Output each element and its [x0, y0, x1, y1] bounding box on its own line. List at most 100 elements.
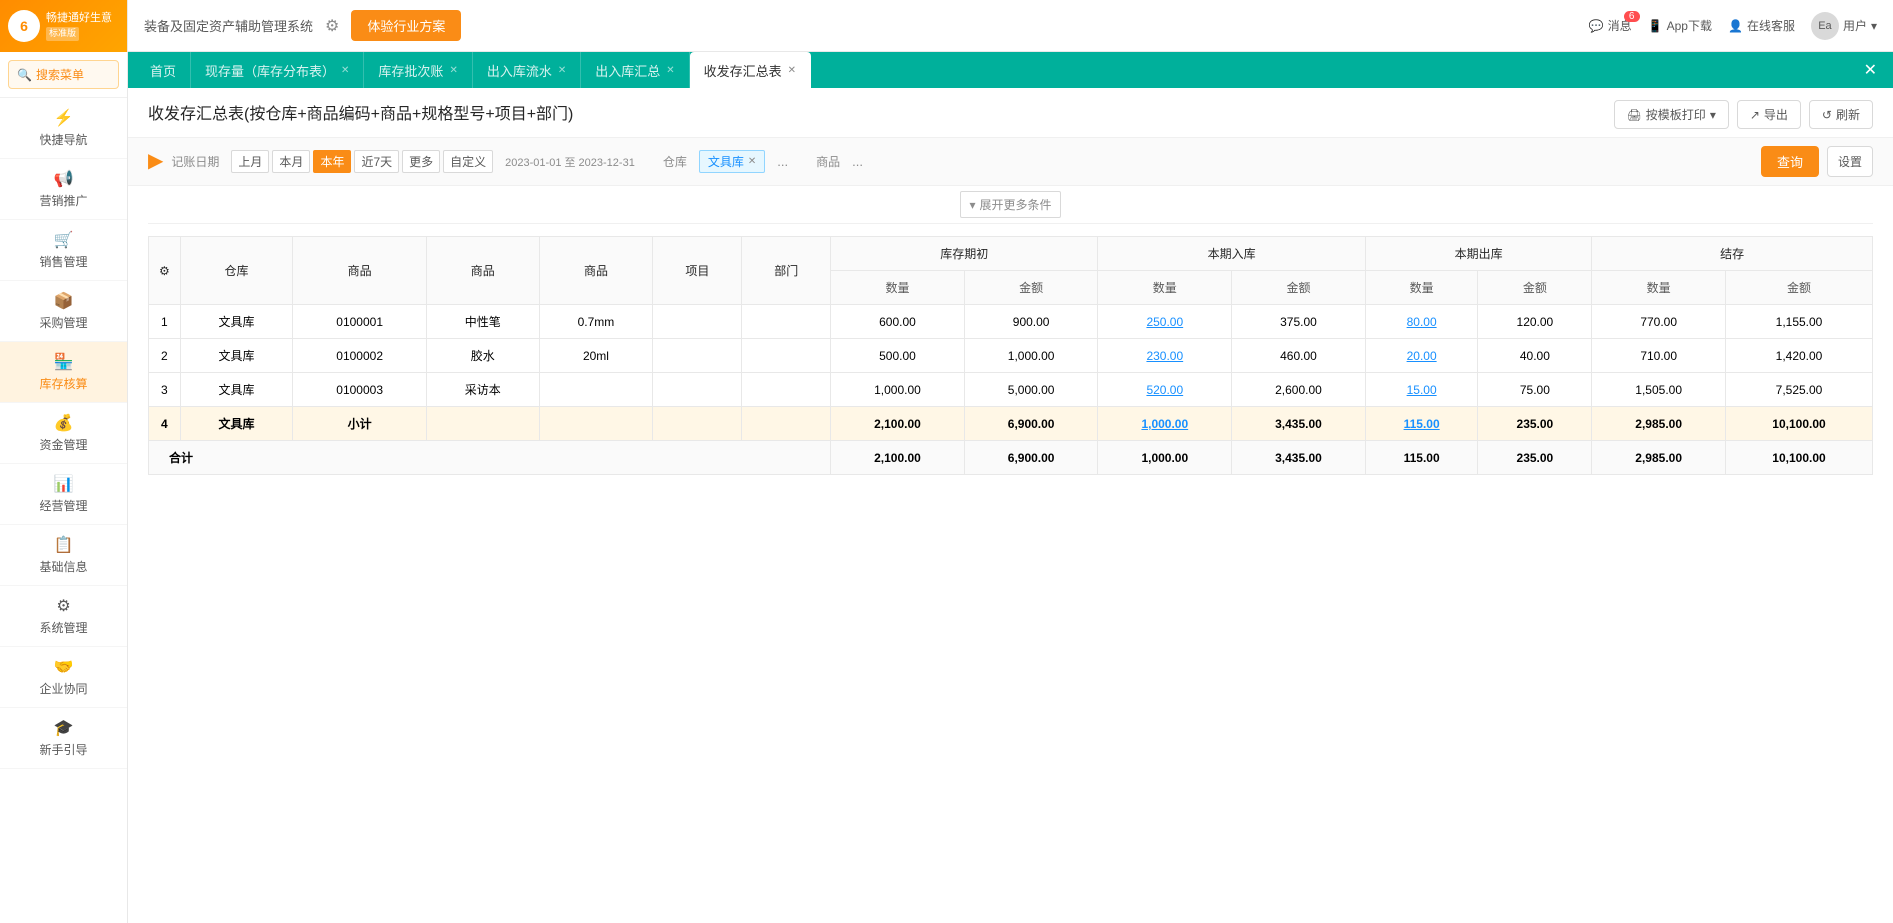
row1-in-amt: 375.00: [1232, 305, 1366, 339]
refresh-button[interactable]: ↺ 刷新: [1809, 100, 1873, 129]
sidebar-item-sales[interactable]: 🛒 销售管理: [0, 220, 127, 281]
row2-out-qty[interactable]: 20.00: [1365, 339, 1478, 373]
filter-row: 记账日期 上月 本月 本年 近7天 更多 自定义 2023-01-01 至 20…: [171, 146, 1873, 177]
online-support-button[interactable]: 👤 在线客服: [1728, 17, 1795, 34]
download-icon: 📱: [1648, 19, 1663, 33]
export-button[interactable]: ↗ 导出: [1737, 100, 1801, 129]
header-actions: 🖨 按模板打印 ▾ ↗ 导出 ↺ 刷新: [1614, 100, 1873, 129]
subtotal-out-amt: 235.00: [1478, 407, 1592, 441]
purchase-icon: 📦: [54, 291, 74, 311]
sidebar-item-inventory[interactable]: 🏪 库存核算: [0, 342, 127, 403]
sidebar-item-cooperation[interactable]: 🤝 企业协同: [0, 647, 127, 708]
sidebar-item-operations[interactable]: 📊 经营管理: [0, 464, 127, 525]
row3-project: [653, 373, 742, 407]
subtotal-in-qty[interactable]: 1,000.00: [1098, 407, 1232, 441]
user-avatar: Ea: [1811, 12, 1839, 40]
sidebar-item-quick-nav[interactable]: ⚡ 快捷导航: [0, 98, 127, 159]
row3-out-amt: 75.00: [1478, 373, 1592, 407]
date-btn-7days[interactable]: 近7天: [354, 150, 399, 173]
operations-icon: 📊: [54, 474, 74, 494]
row2-project: [653, 339, 742, 373]
filter-arrow-icon[interactable]: ▶: [148, 148, 163, 173]
subtotal-out-qty[interactable]: 115.00: [1365, 407, 1478, 441]
total-out-qty: 115.00: [1365, 441, 1478, 475]
row2-in-amt: 460.00: [1232, 339, 1366, 373]
row3-bal-qty: 1,505.00: [1592, 373, 1726, 407]
row1-out-qty[interactable]: 80.00: [1365, 305, 1478, 339]
table-row: 1 文具库 0100001 中性笔 0.7mm 600.00 900.00 25…: [149, 305, 1873, 339]
date-btn-this-month[interactable]: 本月: [272, 150, 310, 173]
sidebar-item-basic[interactable]: 📋 基础信息: [0, 525, 127, 586]
row2-in-qty[interactable]: 230.00: [1098, 339, 1232, 373]
tab-close-stock-dist[interactable]: ✕: [341, 65, 349, 76]
tab-summary-out[interactable]: 出入库汇总 ✕: [581, 52, 689, 88]
warehouse-filter-dots[interactable]: ...: [777, 154, 788, 169]
print-button[interactable]: 🖨 按模板打印 ▾: [1614, 100, 1729, 129]
subtotal-warehouse: 文具库: [180, 407, 293, 441]
sidebar-logo: 6 畅捷通好生意 标准版: [0, 0, 127, 52]
tab-close-summary-out[interactable]: ✕: [666, 65, 674, 76]
query-button[interactable]: 查询: [1761, 146, 1819, 177]
col-header-project: 项目: [653, 237, 742, 305]
page-settings-button[interactable]: 设置: [1827, 146, 1873, 177]
messages-button[interactable]: 💬 消息 6: [1589, 17, 1632, 34]
cooperation-icon: 🤝: [54, 657, 74, 677]
search-menu-button[interactable]: 🔍 搜索菜单: [8, 60, 119, 89]
total-in-qty: 1,000.00: [1098, 441, 1232, 475]
date-btn-this-year[interactable]: 本年: [313, 150, 351, 173]
tab-close-recv-summary[interactable]: ✕: [788, 65, 796, 76]
app-logo-icon: 6: [8, 10, 40, 42]
row3-bal-amt: 7,525.00: [1726, 373, 1873, 407]
settings-icon[interactable]: ⚙: [325, 16, 339, 36]
tab-home[interactable]: 首页: [136, 52, 191, 88]
user-button[interactable]: Ea 用户 ▾: [1811, 12, 1877, 40]
table-wrapper: ⚙ 仓库 商品 商品 商品 项目 部门 库存期初 本期入库 本期出库 结存 数量: [128, 236, 1893, 475]
try-industry-button[interactable]: 体验行业方案: [351, 10, 461, 41]
warehouse-tag-close-icon[interactable]: ✕: [748, 156, 756, 167]
tab-flow[interactable]: 出入库流水 ✕: [473, 52, 581, 88]
col-header-spec: 商品: [539, 237, 653, 305]
row2-bal-amt: 1,420.00: [1726, 339, 1873, 373]
app-logo-text: 畅捷通好生意 标准版: [46, 11, 112, 41]
expand-more-row: ▾ 展开更多条件: [148, 186, 1873, 224]
system-icon: ⚙: [56, 596, 70, 616]
tab-stock-dist[interactable]: 现存量（库存分布表） ✕: [191, 52, 364, 88]
row2-name: 胶水: [426, 339, 539, 373]
row1-bal-qty: 770.00: [1592, 305, 1726, 339]
expand-btn[interactable]: ▾ 展开更多条件: [960, 191, 1060, 218]
row3-in-amt: 2,600.00: [1232, 373, 1366, 407]
tab-close-batch[interactable]: ✕: [449, 65, 457, 76]
tab-close-flow[interactable]: ✕: [558, 65, 566, 76]
sidebar-item-guide[interactable]: 🎓 新手引导: [0, 708, 127, 769]
row3-in-qty[interactable]: 520.00: [1098, 373, 1232, 407]
guide-icon: 🎓: [54, 718, 74, 738]
page-content: 收发存汇总表(按仓库+商品编码+商品+规格型号+项目+部门) 🖨 按模板打印 ▾…: [128, 88, 1893, 923]
row2-dept: [742, 339, 831, 373]
sidebar-item-finance[interactable]: 💰 资金管理: [0, 403, 127, 464]
subtotal-row: 4 文具库 小计 2,100.00 6,900.00 1,000.00 3,43…: [149, 407, 1873, 441]
sidebar-item-purchase[interactable]: 📦 采购管理: [0, 281, 127, 342]
sidebar-item-marketing[interactable]: 📢 营销推广: [0, 159, 127, 220]
tab-recv-summary[interactable]: 收发存汇总表 ✕: [690, 52, 811, 88]
filter-container: ▶ 记账日期 上月 本月 本年 近7天 更多 自定义 2023-01-01 至 …: [128, 137, 1893, 186]
goods-filter-dots[interactable]: ...: [852, 154, 863, 169]
date-btn-more[interactable]: 更多: [402, 150, 440, 173]
window-close-button[interactable]: ✕: [1856, 60, 1885, 80]
tab-batch[interactable]: 库存批次账 ✕: [364, 52, 472, 88]
row3-dept: [742, 373, 831, 407]
table-col-settings[interactable]: ⚙: [149, 237, 181, 305]
warehouse-tag: 文具库 ✕: [699, 150, 765, 173]
sidebar: 6 畅捷通好生意 标准版 🔍 搜索菜单 ⚡ 快捷导航 📢 营销推广 🛒 销售管理…: [0, 0, 128, 923]
row2-bal-qty: 710.00: [1592, 339, 1726, 373]
subtotal-no: 4: [149, 407, 181, 441]
filter-content: 记账日期 上月 本月 本年 近7天 更多 自定义 2023-01-01 至 20…: [171, 146, 1873, 177]
row1-in-qty[interactable]: 250.00: [1098, 305, 1232, 339]
row1-begin-amt: 900.00: [964, 305, 1098, 339]
date-btn-custom[interactable]: 自定义: [443, 150, 493, 173]
row3-out-qty[interactable]: 15.00: [1365, 373, 1478, 407]
col-begin-qty: 数量: [831, 271, 965, 305]
sidebar-item-system[interactable]: ⚙ 系统管理: [0, 586, 127, 647]
date-btn-last-month[interactable]: 上月: [231, 150, 269, 173]
app-download-button[interactable]: 📱 App下载: [1648, 17, 1712, 34]
chevron-down-icon: ▾: [969, 198, 975, 212]
